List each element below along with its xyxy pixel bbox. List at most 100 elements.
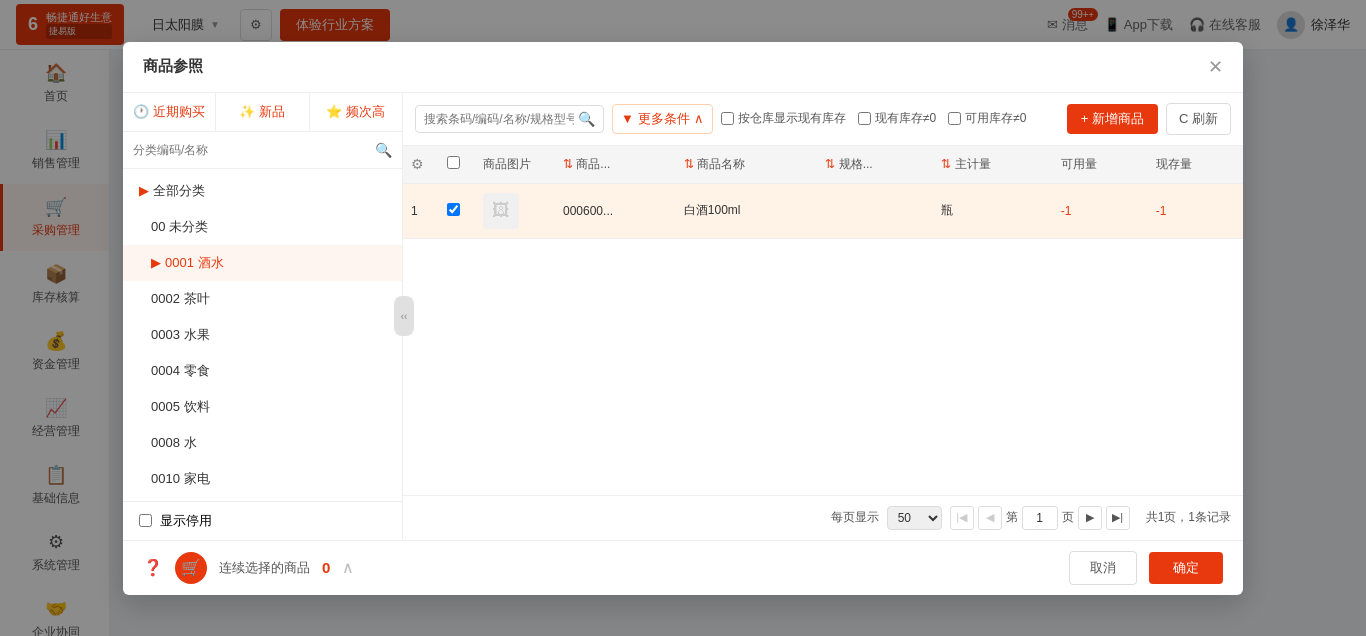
product-table: ⚙ 商品图片 ⇅ 商品... <box>403 146 1243 239</box>
collapse-icon[interactable]: ∧ <box>342 558 354 577</box>
row-no: 1 <box>403 183 439 238</box>
new-icon: ✨ <box>239 104 255 119</box>
table-row[interactable]: 1 🖼 000600... 白酒100ml 瓶 <box>403 183 1243 238</box>
category-item-0004[interactable]: 0004 零食 <box>123 353 402 389</box>
tab-frequent[interactable]: ⭐ 频次高 <box>310 93 402 131</box>
expand-icon: ▶ <box>139 183 149 198</box>
show-disabled-checkbox[interactable] <box>139 514 152 527</box>
th-image: 商品图片 <box>475 146 555 184</box>
th-name[interactable]: ⇅ 商品名称 <box>676 146 817 184</box>
next-page-button[interactable]: ▶ <box>1078 506 1102 530</box>
search-icon[interactable]: 🔍 <box>578 111 595 127</box>
checkbox-warehouse-label[interactable]: 按仓库显示现有库存 <box>721 110 846 127</box>
row-image: 🖼 <box>475 183 555 238</box>
th-current: 现存量 <box>1148 146 1243 184</box>
category-tabs: 🕐 近期购买 ✨ 新品 ⭐ 频次高 <box>123 93 402 132</box>
add-product-button[interactable]: + 新增商品 <box>1067 104 1158 134</box>
clock-icon: 🕐 <box>133 104 149 119</box>
category-item-label: 0002 茶叶 <box>151 290 210 308</box>
prev-page-button[interactable]: ◀ <box>978 506 1002 530</box>
modal-close-button[interactable]: ✕ <box>1208 56 1223 78</box>
row-spec <box>817 183 933 238</box>
cart-label: 连续选择的商品 <box>219 559 310 577</box>
tab-recent[interactable]: 🕐 近期购买 <box>123 93 215 131</box>
product-panel: 🔍 ▼ 更多条件 ∧ 按仓库显示现有库存 <box>403 93 1243 540</box>
per-page-select[interactable]: 10 20 50 100 <box>887 506 942 530</box>
category-list: ▶ 全部分类 00 未分类 ▶ 0001 酒水 0002 茶叶 0003 水果 <box>123 169 402 501</box>
category-collapse-button[interactable]: ‹‹ <box>394 296 414 336</box>
category-item-00[interactable]: 00 未分类 <box>123 209 402 245</box>
refresh-button[interactable]: C 刷新 <box>1166 103 1231 135</box>
filter-button[interactable]: ▼ 更多条件 ∧ <box>612 104 713 134</box>
checkbox-usable-label[interactable]: 可用库存≠0 <box>948 110 1026 127</box>
th-checkbox[interactable] <box>439 146 475 184</box>
category-item-label: 0001 酒水 <box>165 254 224 272</box>
modal-footer: ❓ 🛒 连续选择的商品 0 ∧ 取消 确定 <box>123 540 1243 595</box>
category-item-0002[interactable]: 0002 茶叶 <box>123 281 402 317</box>
row-unit: 瓶 <box>933 183 1053 238</box>
help-icon[interactable]: ❓ <box>143 558 163 577</box>
select-all-checkbox[interactable] <box>447 156 460 169</box>
show-disabled-label[interactable]: 显示停用 <box>160 512 212 530</box>
cancel-button[interactable]: 取消 <box>1069 551 1137 585</box>
last-page-button[interactable]: ▶| <box>1106 506 1130 530</box>
checkbox-warehouse[interactable] <box>721 112 734 125</box>
category-item-0005[interactable]: 0005 饮料 <box>123 389 402 425</box>
th-code[interactable]: ⇅ 商品... <box>555 146 676 184</box>
filter-icon: ▼ <box>621 111 634 126</box>
category-item-label: 0010 家电 <box>151 470 210 488</box>
cart-button[interactable]: 🛒 <box>175 552 207 584</box>
chevron-left-icon: ‹‹ <box>401 311 408 322</box>
modal-overlay: 商品参照 ✕ 🕐 近期购买 ✨ 新品 <box>0 0 1366 636</box>
row-checkbox[interactable] <box>439 183 475 238</box>
tab-new[interactable]: ✨ 新品 <box>216 93 308 131</box>
pager: |◀ ◀ 第 页 ▶ ▶| <box>950 506 1130 530</box>
th-settings[interactable]: ⚙ <box>403 146 439 184</box>
product-search-box: 🔍 <box>415 105 604 133</box>
page-label: 第 <box>1006 509 1018 526</box>
sort-arrows: ⇅ <box>563 157 573 171</box>
gear-icon: ⚙ <box>411 156 424 172</box>
row-available: -1 <box>1053 183 1148 238</box>
row-code: 000600... <box>555 183 676 238</box>
category-item-label: 0004 零食 <box>151 362 210 380</box>
th-available: 可用量 <box>1053 146 1148 184</box>
expand-icon: ▶ <box>151 255 161 270</box>
show-disabled-row: 显示停用 <box>123 501 402 540</box>
row-select-checkbox[interactable] <box>447 203 460 216</box>
page-total: 共1页，1条记录 <box>1146 509 1231 526</box>
confirm-button[interactable]: 确定 <box>1149 552 1223 584</box>
page-of: 页 <box>1062 509 1074 526</box>
modal-body: 🕐 近期购买 ✨ 新品 ⭐ 频次高 <box>123 93 1243 540</box>
per-page-label: 每页显示 <box>831 509 879 526</box>
category-item-0001[interactable]: ▶ 0001 酒水 <box>123 245 402 281</box>
first-page-button[interactable]: |◀ <box>950 506 974 530</box>
category-item-label: 0008 水 <box>151 434 197 452</box>
category-search-icon[interactable]: 🔍 <box>375 142 392 158</box>
checkbox-available-label[interactable]: 现有库存≠0 <box>858 110 936 127</box>
category-item-0008[interactable]: 0008 水 <box>123 425 402 461</box>
modal-header: 商品参照 ✕ <box>123 42 1243 93</box>
checkbox-available[interactable] <box>858 112 871 125</box>
category-item-all[interactable]: ▶ 全部分类 <box>123 173 402 209</box>
category-item-label: 全部分类 <box>153 182 205 200</box>
page-input[interactable] <box>1022 506 1058 530</box>
category-search-input[interactable] <box>133 143 369 157</box>
th-spec[interactable]: ⇅ 规格... <box>817 146 933 184</box>
product-pagination: 每页显示 10 20 50 100 |◀ ◀ 第 页 ▶ ▶| <box>403 495 1243 540</box>
filter-checkboxes: 按仓库显示现有库存 现有库存≠0 可用库存≠0 <box>721 110 1027 127</box>
product-search-input[interactable] <box>424 112 574 126</box>
sort-arrows: ⇅ <box>825 157 835 171</box>
selected-count: 0 <box>322 559 330 576</box>
row-name: 白酒100ml <box>676 183 817 238</box>
category-panel: 🕐 近期购买 ✨ 新品 ⭐ 频次高 <box>123 93 403 540</box>
category-item-0003[interactable]: 0003 水果 <box>123 317 402 353</box>
checkbox-usable[interactable] <box>948 112 961 125</box>
category-search: 🔍 <box>123 132 402 169</box>
product-table-container: ⚙ 商品图片 ⇅ 商品... <box>403 146 1243 495</box>
table-header: ⚙ 商品图片 ⇅ 商品... <box>403 146 1243 184</box>
category-item-0010[interactable]: 0010 家电 <box>123 461 402 497</box>
th-unit[interactable]: ⇅ 主计量 <box>933 146 1053 184</box>
checkbox-warehouse-text: 按仓库显示现有库存 <box>738 110 846 127</box>
star-icon: ⭐ <box>326 104 342 119</box>
